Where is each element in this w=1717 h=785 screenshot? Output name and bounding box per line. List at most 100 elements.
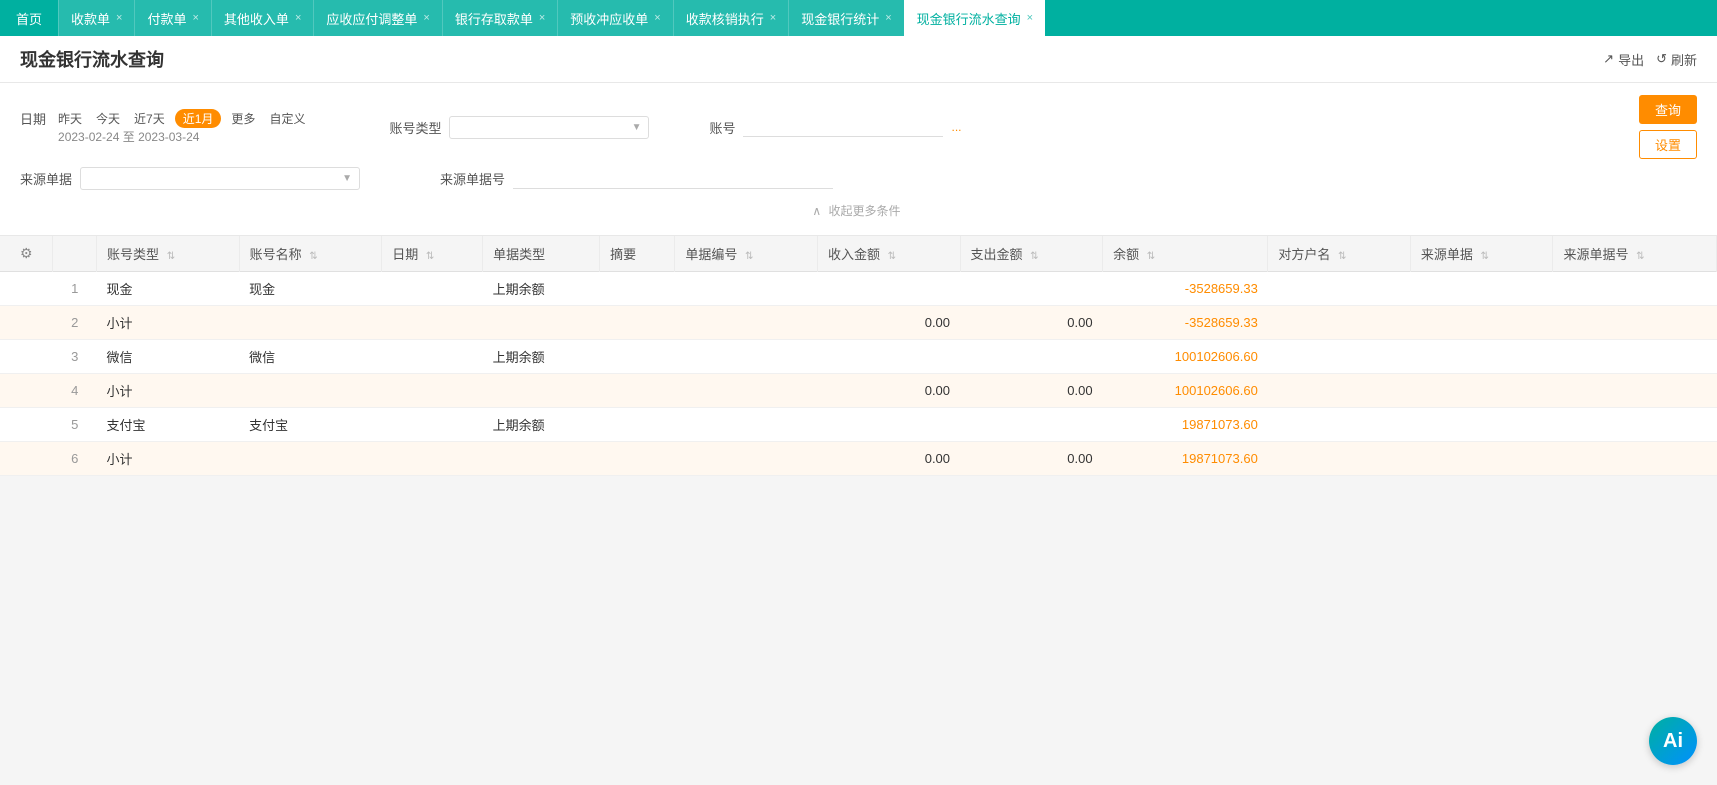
nav-tab-hexiao[interactable]: 收款核销执行 ×: [673, 0, 788, 36]
date-btn-1month[interactable]: 近1月: [175, 109, 222, 128]
cell-idx: 4: [53, 374, 97, 408]
cell-doc-type: [483, 374, 600, 408]
cell-doc-type: 上期余额: [483, 272, 600, 306]
col-counterpart[interactable]: 对方户名 ⇅: [1268, 236, 1411, 272]
cell-doc-no: [675, 306, 818, 340]
col-income[interactable]: 收入金额 ⇅: [817, 236, 960, 272]
cell-checkbox: [0, 408, 53, 442]
account-input[interactable]: [743, 117, 943, 137]
cell-date: [382, 408, 483, 442]
cell-source-doc-no: [1553, 374, 1717, 408]
close-icon[interactable]: ×: [192, 12, 198, 24]
cell-source-doc-no: [1553, 408, 1717, 442]
source-doc-num-input[interactable]: [513, 169, 833, 189]
col-source-doc-no[interactable]: 来源单据号 ⇅: [1553, 236, 1717, 272]
settings-button[interactable]: 设置: [1639, 130, 1697, 159]
cell-summary: [600, 442, 675, 476]
close-icon[interactable]: ×: [423, 12, 429, 24]
source-doc-select[interactable]: [80, 167, 360, 190]
date-btn-custom[interactable]: 自定义: [265, 109, 309, 128]
col-date[interactable]: 日期 ⇅: [382, 236, 483, 272]
collapse-bar[interactable]: ∧ 收起更多条件: [20, 198, 1697, 223]
date-btn-today[interactable]: 今天: [92, 109, 124, 128]
close-icon[interactable]: ×: [885, 12, 891, 24]
sort-icon: ⇅: [745, 251, 753, 262]
cell-idx: 2: [53, 306, 97, 340]
cell-expense: 0.00: [960, 374, 1103, 408]
nav-tab-qitashouru[interactable]: 其他收入单 ×: [211, 0, 313, 36]
cell-checkbox: [0, 306, 53, 340]
nav-home[interactable]: 首页: [0, 0, 58, 36]
sort-icon: ⇅: [426, 251, 434, 262]
account-more-btn[interactable]: ...: [951, 120, 961, 134]
gear-icon[interactable]: ⚙: [20, 245, 33, 261]
filter-row-1: 日期 昨天 今天 近7天 近1月 更多 自定义 2023-02-24 至 202…: [20, 95, 1697, 159]
cell-counterpart: [1268, 272, 1411, 306]
col-expense[interactable]: 支出金额 ⇅: [960, 236, 1103, 272]
col-source-doc[interactable]: 来源单据 ⇅: [1410, 236, 1553, 272]
source-doc-num-group: 来源单据号: [440, 169, 833, 189]
table-row: 3 微信 微信 上期余额 100102606.60: [0, 340, 1717, 374]
cell-account-type: 小计: [97, 306, 240, 340]
cell-doc-no: [675, 374, 818, 408]
close-icon[interactable]: ×: [295, 12, 301, 24]
nav-tab-shoukuandan[interactable]: 收款单 ×: [58, 0, 134, 36]
date-btn-yesterday[interactable]: 昨天: [54, 109, 86, 128]
export-button[interactable]: ↗ 导出: [1603, 50, 1644, 69]
cell-checkbox: [0, 340, 53, 374]
query-button[interactable]: 查询: [1639, 95, 1697, 124]
refresh-icon: ↺: [1656, 51, 1667, 67]
close-icon[interactable]: ×: [770, 12, 776, 24]
cell-summary: [600, 272, 675, 306]
sort-icon: ⇅: [1481, 251, 1489, 262]
col-account-name[interactable]: 账号名称 ⇅: [239, 236, 382, 272]
date-btn-more[interactable]: 更多: [227, 109, 259, 128]
cell-summary: [600, 340, 675, 374]
table-row: 2 小计 0.00 0.00 -3528659.33: [0, 306, 1717, 340]
cell-income: [817, 272, 960, 306]
ai-badge[interactable]: Ai: [1649, 717, 1697, 765]
cell-source-doc: [1410, 408, 1553, 442]
close-icon[interactable]: ×: [539, 12, 545, 24]
refresh-button[interactable]: ↺ 刷新: [1656, 50, 1697, 69]
close-icon[interactable]: ×: [116, 12, 122, 24]
cell-account-name: 微信: [239, 340, 382, 374]
cell-doc-no: [675, 272, 818, 306]
account-type-select[interactable]: [449, 116, 649, 139]
nav-tab-yushou[interactable]: 预收冲应收单 ×: [557, 0, 672, 36]
nav-tab-liushui[interactable]: 现金银行流水查询 ×: [904, 0, 1045, 36]
nav-tab-fukuandan[interactable]: 付款单 ×: [134, 0, 210, 36]
cell-doc-no: [675, 442, 818, 476]
sort-icon: ⇅: [1030, 251, 1038, 262]
cell-date: [382, 442, 483, 476]
close-icon[interactable]: ×: [654, 12, 660, 24]
cell-counterpart: [1268, 408, 1411, 442]
cell-income: [817, 408, 960, 442]
sort-icon: ⇅: [309, 251, 317, 262]
date-options: 昨天 今天 近7天 近1月 更多 自定义: [54, 109, 309, 128]
table-row: 4 小计 0.00 0.00 100102606.60: [0, 374, 1717, 408]
close-icon[interactable]: ×: [1027, 12, 1033, 24]
cell-checkbox: [0, 374, 53, 408]
table-body: 1 现金 现金 上期余额 -3528659.33 2 小计 0.00 0.00 …: [0, 272, 1717, 476]
date-btn-7days[interactable]: 近7天: [130, 109, 169, 128]
nav-tab-tiaozhengdan[interactable]: 应收应付调整单 ×: [313, 0, 441, 36]
table-header-row: ⚙ 账号类型 ⇅ 账号名称 ⇅ 日期 ⇅ 单据类型 摘要 单据编号: [0, 236, 1717, 272]
cell-checkbox: [0, 272, 53, 306]
cell-account-name: 支付宝: [239, 408, 382, 442]
date-range-display: 2023-02-24 至 2023-03-24: [58, 128, 309, 145]
col-account-type[interactable]: 账号类型 ⇅: [97, 236, 240, 272]
header-actions: ↗ 导出 ↺ 刷新: [1603, 50, 1697, 69]
cell-idx: 5: [53, 408, 97, 442]
cell-idx: 6: [53, 442, 97, 476]
col-doc-no[interactable]: 单据编号 ⇅: [675, 236, 818, 272]
nav-tab-cunkuandan[interactable]: 银行存取款单 ×: [442, 0, 557, 36]
cell-summary: [600, 408, 675, 442]
col-balance[interactable]: 余额 ⇅: [1103, 236, 1268, 272]
filter-row-2: 来源单据 ▼ 来源单据号: [20, 167, 1697, 190]
cell-doc-type: 上期余额: [483, 340, 600, 374]
cell-counterpart: [1268, 442, 1411, 476]
cell-expense: [960, 408, 1103, 442]
table-row: 1 现金 现金 上期余额 -3528659.33: [0, 272, 1717, 306]
nav-tab-tongji[interactable]: 现金银行统计 ×: [788, 0, 903, 36]
